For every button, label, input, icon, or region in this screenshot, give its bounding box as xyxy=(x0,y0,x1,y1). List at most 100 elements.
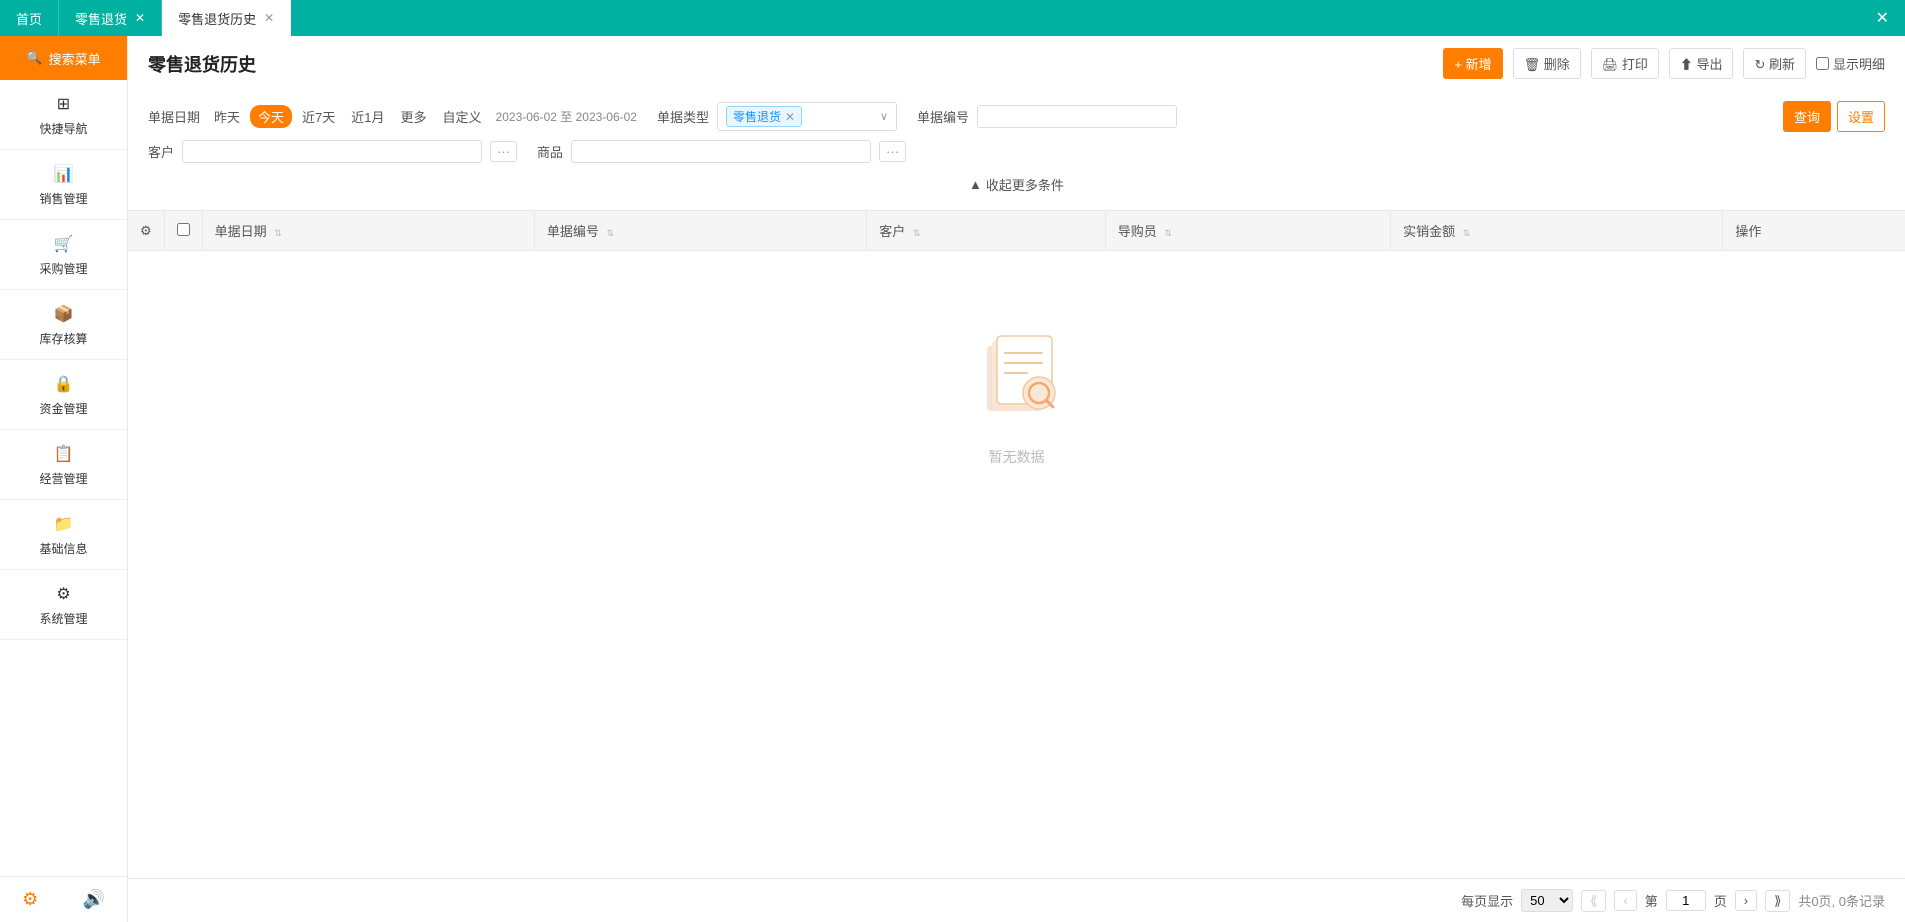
sidebar-search-label: 搜索菜单 xyxy=(49,49,101,68)
date-btn-more[interactable]: 更多 xyxy=(395,105,433,128)
sidebar-item-purchase-label: 采购管理 xyxy=(39,260,87,277)
guide-sort-arrows[interactable]: ⇅ xyxy=(1164,228,1172,239)
date-btn-today[interactable]: 今天 xyxy=(250,105,292,128)
date-sort-arrows[interactable]: ⇅ xyxy=(274,228,282,239)
query-btn-group: 查询 设置 xyxy=(1783,101,1885,132)
collapse-up-icon: ▲ xyxy=(969,177,982,192)
sidebar-item-operations[interactable]: 📋 经营管理 xyxy=(0,430,127,500)
sidebar-item-inventory[interactable]: 📦 库存核算 xyxy=(0,290,127,360)
tab-retail-return-history[interactable]: 零售退货历史 ✕ xyxy=(162,0,291,36)
page-last-btn[interactable]: ⟫ xyxy=(1765,890,1790,912)
window-close-btn[interactable]: ✕ xyxy=(1860,8,1905,28)
type-filter-select[interactable]: 零售退货 ✕ ∨ xyxy=(717,102,897,131)
data-table: ⚙ 单据日期 ⇅ 单据编号 ⇅ 客户 xyxy=(128,211,1905,547)
th-date: 单据日期 ⇅ xyxy=(202,211,534,251)
select-all-checkbox[interactable] xyxy=(177,223,190,236)
sidebar-settings-icon[interactable]: ⚙ xyxy=(22,889,38,910)
page-header: 零售退货历史 + 新增 🗑 删除 🖨 打印 ⬆ 导出 ↻ 刷新 显示明细 xyxy=(128,36,1905,211)
page-label: 第 xyxy=(1645,891,1658,910)
pagination-bar: 每页显示 10 20 50 100 ⟪ ‹ 第 页 › ⟫ 共0页, 0条记录 xyxy=(128,878,1905,922)
customer-ellipsis-btn[interactable]: ··· xyxy=(490,141,517,162)
th-action: 操作 xyxy=(1723,211,1905,251)
date-btn-7days[interactable]: 近7天 xyxy=(296,105,341,128)
sidebar: 🔍 搜索菜单 ⊞ 快捷导航 📊 销售管理 🛒 采购管理 📦 库存核算 🔒 资金管… xyxy=(0,36,128,922)
collapse-btn[interactable]: ▲ 收起更多条件 xyxy=(969,175,1064,194)
collapse-btn-label: 收起更多条件 xyxy=(986,175,1064,194)
number-filter-input[interactable] xyxy=(977,105,1177,128)
page-size-select[interactable]: 10 20 50 100 xyxy=(1521,889,1573,912)
th-action-label: 操作 xyxy=(1735,224,1761,239)
empty-state-row: 暂无数据 xyxy=(128,251,1905,548)
basic-info-icon: 📁 xyxy=(52,512,76,536)
sidebar-item-finance[interactable]: 🔒 资金管理 xyxy=(0,360,127,430)
th-customer-label: 客户 xyxy=(879,224,905,239)
date-filter: 单据日期 昨天 今天 近7天 近1月 更多 自定义 2023-06-02 至 2… xyxy=(148,105,637,128)
purchase-icon: 🛒 xyxy=(52,232,76,256)
sidebar-item-quick-nav-label: 快捷导航 xyxy=(39,120,87,137)
sidebar-item-sales-label: 销售管理 xyxy=(39,190,87,207)
sidebar-bottom: ⚙ 🔊 xyxy=(0,876,127,922)
page-next-btn[interactable]: › xyxy=(1735,890,1757,911)
th-amount: 实销金额 ⇅ xyxy=(1391,211,1723,251)
sidebar-item-purchase[interactable]: 🛒 采购管理 xyxy=(0,220,127,290)
th-checkbox[interactable] xyxy=(164,211,202,251)
goods-filter: 商品 ··· xyxy=(537,140,906,163)
filter-area: 单据日期 昨天 今天 近7天 近1月 更多 自定义 2023-06-02 至 2… xyxy=(148,91,1885,210)
sidebar-item-sales[interactable]: 📊 销售管理 xyxy=(0,150,127,220)
sidebar-item-basic-info-label: 基础信息 xyxy=(39,540,87,557)
sidebar-search[interactable]: 🔍 搜索菜单 xyxy=(0,36,127,80)
empty-state-cell: 暂无数据 xyxy=(128,251,1905,548)
display-mingxi-checkbox[interactable] xyxy=(1816,57,1829,70)
export-button[interactable]: ⬆ 导出 xyxy=(1669,48,1734,79)
refresh-button[interactable]: ↻ 刷新 xyxy=(1743,48,1806,79)
display-mingxi-label: 显示明细 xyxy=(1833,54,1885,73)
page-title: 零售退货历史 xyxy=(148,51,256,77)
sidebar-item-operations-label: 经营管理 xyxy=(39,470,87,487)
new-button[interactable]: + 新增 xyxy=(1443,48,1502,79)
empty-text: 暂无数据 xyxy=(989,447,1045,467)
tab-retail-return[interactable]: 零售退货 ✕ xyxy=(59,0,162,36)
tab-bar: 首页 零售退货 ✕ 零售退货历史 ✕ ✕ xyxy=(0,0,1905,36)
customer-filter-input[interactable] xyxy=(182,140,482,163)
type-tag: 零售退货 ✕ xyxy=(726,106,802,127)
sidebar-item-system-label: 系统管理 xyxy=(39,610,87,627)
th-number: 单据编号 ⇅ xyxy=(534,211,866,251)
date-btn-yesterday[interactable]: 昨天 xyxy=(208,105,246,128)
customer-sort-arrows[interactable]: ⇅ xyxy=(913,228,921,239)
filter-row-1: 单据日期 昨天 今天 近7天 近1月 更多 自定义 2023-06-02 至 2… xyxy=(148,101,1885,132)
th-number-label: 单据编号 xyxy=(547,224,599,239)
th-settings[interactable]: ⚙ xyxy=(128,211,164,251)
tab-home[interactable]: 首页 xyxy=(0,0,59,36)
query-button[interactable]: 查询 xyxy=(1783,101,1831,132)
tab-retail-return-close[interactable]: ✕ xyxy=(135,11,145,25)
customer-filter: 客户 ··· xyxy=(148,140,517,163)
print-button[interactable]: 🖨 打印 xyxy=(1591,48,1659,79)
sidebar-item-system[interactable]: ⚙ 系统管理 xyxy=(0,570,127,640)
date-filter-label: 单据日期 xyxy=(148,107,200,126)
display-mingxi-toggle[interactable]: 显示明细 xyxy=(1816,54,1885,73)
page-first-btn[interactable]: ⟪ xyxy=(1581,890,1606,912)
sales-icon: 📊 xyxy=(52,162,76,186)
sidebar-audio-icon[interactable]: 🔊 xyxy=(82,889,104,910)
content-area: 零售退货历史 + 新增 🗑 删除 🖨 打印 ⬆ 导出 ↻ 刷新 显示明细 xyxy=(128,36,1905,922)
setting-button[interactable]: 设置 xyxy=(1837,101,1885,132)
amount-sort-arrows[interactable]: ⇅ xyxy=(1463,228,1471,239)
date-btn-1month[interactable]: 近1月 xyxy=(345,105,390,128)
sidebar-item-basic-info[interactable]: 📁 基础信息 xyxy=(0,500,127,570)
table-header-row: ⚙ 单据日期 ⇅ 单据编号 ⇅ 客户 xyxy=(128,211,1905,251)
th-customer: 客户 ⇅ xyxy=(867,211,1106,251)
tab-retail-return-history-label: 零售退货历史 xyxy=(178,9,256,28)
system-icon: ⚙ xyxy=(52,582,76,606)
goods-filter-input[interactable] xyxy=(571,140,871,163)
type-tag-close[interactable]: ✕ xyxy=(785,110,795,124)
date-btn-custom[interactable]: 自定义 xyxy=(437,105,488,128)
th-amount-label: 实销金额 xyxy=(1403,224,1455,239)
page-number-input[interactable] xyxy=(1666,890,1706,911)
tab-retail-return-history-close[interactable]: ✕ xyxy=(264,11,274,25)
goods-ellipsis-btn[interactable]: ··· xyxy=(879,141,906,162)
number-sort-arrows[interactable]: ⇅ xyxy=(607,228,615,239)
page-prev-btn[interactable]: ‹ xyxy=(1614,890,1636,911)
sidebar-item-quick-nav[interactable]: ⊞ 快捷导航 xyxy=(0,80,127,150)
delete-button[interactable]: 🗑 删除 xyxy=(1513,48,1581,79)
main-layout: 🔍 搜索菜单 ⊞ 快捷导航 📊 销售管理 🛒 采购管理 📦 库存核算 🔒 资金管… xyxy=(0,36,1905,922)
